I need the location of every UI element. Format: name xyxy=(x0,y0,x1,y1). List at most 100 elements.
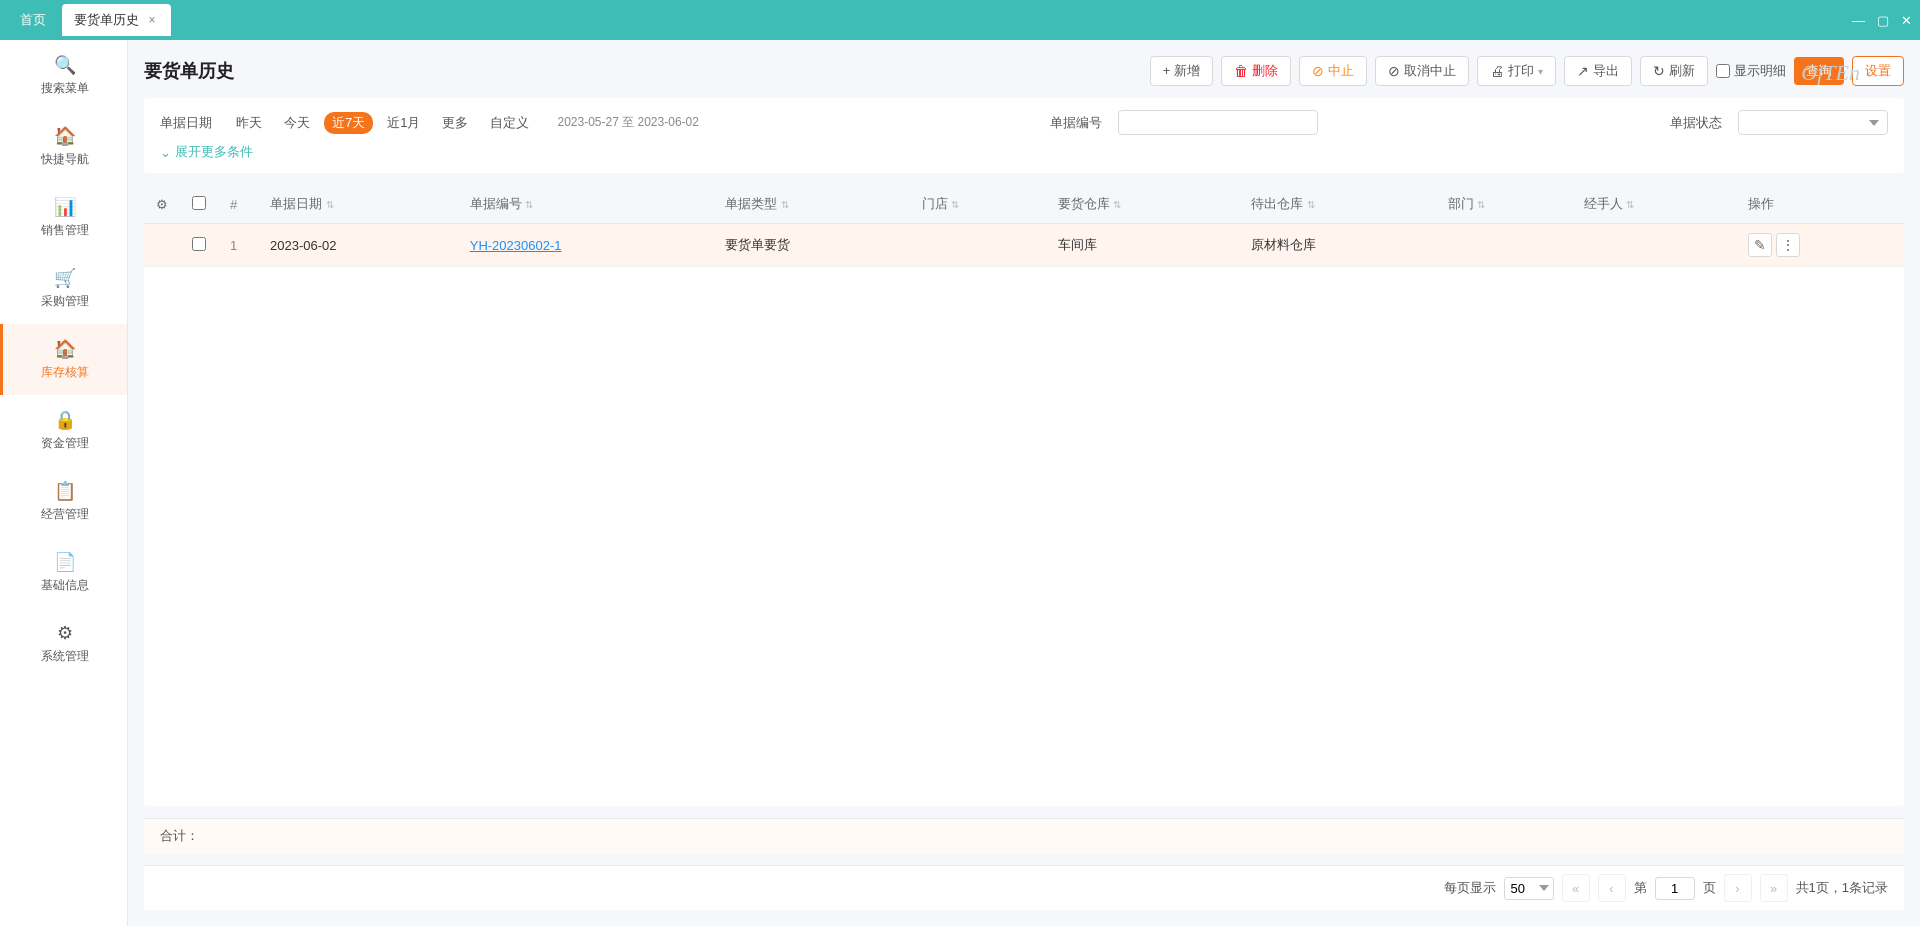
row-num: 1 xyxy=(218,224,258,267)
row-pending-warehouse: 原材料仓库 xyxy=(1239,224,1435,267)
stop-button[interactable]: ⊘ 中止 xyxy=(1299,56,1367,86)
sidebar-item-ops[interactable]: 📋 经营管理 xyxy=(0,466,127,537)
row-more-btn[interactable]: ⋮ xyxy=(1776,233,1800,257)
col-pending-warehouse[interactable]: 待出仓库 ⇅ xyxy=(1239,185,1435,224)
tab-home[interactable]: 首页 xyxy=(8,4,58,36)
page-title: 要货单历史 xyxy=(144,59,234,83)
doc-status-label: 单据状态 xyxy=(1670,114,1722,132)
total-info: 共1页，1条记录 xyxy=(1796,879,1888,897)
pagination-bar: 每页显示 10 20 50 100 « ‹ 第 页 › » 共1页，1条记录 xyxy=(144,865,1904,910)
row-req-warehouse: 车间库 xyxy=(1046,224,1239,267)
export-button[interactable]: ↗ 导出 xyxy=(1564,56,1632,86)
filter-area: 单据日期 昨天 今天 近7天 近1月 更多 自定义 2023-05-27 至 2… xyxy=(144,98,1904,173)
doc-status-select[interactable] xyxy=(1738,110,1888,135)
inventory-icon: 🏠 xyxy=(54,338,76,360)
row-doc-num[interactable]: YH-20230602-1 xyxy=(458,224,714,267)
date-opt-more[interactable]: 更多 xyxy=(434,112,476,134)
content-area: 要货单历史 + 新增 🗑 删除 ⊘ 中止 ⊘ 取消中止 🖨 xyxy=(128,40,1920,926)
cancel-stop-button[interactable]: ⊘ 取消中止 xyxy=(1375,56,1469,86)
tab-close-icon[interactable]: × xyxy=(145,13,159,27)
col-store[interactable]: 门店 ⇅ xyxy=(910,185,1046,224)
row-edit-btn[interactable]: ✎ xyxy=(1748,233,1772,257)
row-handler xyxy=(1572,224,1737,267)
close-btn[interactable]: ✕ xyxy=(1901,13,1912,28)
refresh-icon: ↻ xyxy=(1653,63,1665,79)
toolbar: + 新增 🗑 删除 ⊘ 中止 ⊘ 取消中止 🖨 打印 ▾ xyxy=(1150,56,1904,86)
table-footer: 合计： xyxy=(144,818,1904,853)
row-store xyxy=(910,224,1046,267)
col-doc-num[interactable]: 单据编号 ⇅ xyxy=(458,185,714,224)
date-opt-custom[interactable]: 自定义 xyxy=(482,112,537,134)
date-opt-yesterday[interactable]: 昨天 xyxy=(228,112,270,134)
print-icon: 🖨 xyxy=(1490,63,1504,79)
select-all-checkbox[interactable] xyxy=(192,196,206,210)
new-button[interactable]: + 新增 xyxy=(1150,56,1213,86)
per-page-select[interactable]: 10 20 50 100 xyxy=(1504,877,1554,900)
prev-page-btn[interactable]: ‹ xyxy=(1598,874,1626,902)
sidebar-item-quick-nav[interactable]: 🏠 快捷导航 xyxy=(0,111,127,182)
date-opt-last7days[interactable]: 近7天 xyxy=(324,112,373,134)
tab-home-label: 首页 xyxy=(20,11,46,29)
finance-icon: 🔒 xyxy=(54,409,76,431)
sidebar-item-system[interactable]: ⚙ 系统管理 xyxy=(0,608,127,679)
sort-doc-type-icon: ⇅ xyxy=(781,199,789,210)
export-icon: ↗ xyxy=(1577,63,1589,79)
filter-row-1: 单据日期 昨天 今天 近7天 近1月 更多 自定义 2023-05-27 至 2… xyxy=(160,110,1888,135)
row-checkbox[interactable] xyxy=(192,237,206,251)
per-page-label: 每页显示 xyxy=(1444,879,1496,897)
sidebar-label-quick-nav: 快捷导航 xyxy=(41,151,89,168)
refresh-button[interactable]: ↻ 刷新 xyxy=(1640,56,1708,86)
window-controls: — ▢ ✕ xyxy=(1852,13,1912,28)
sidebar-label-search-menu: 搜索菜单 xyxy=(41,80,89,97)
col-department[interactable]: 部门 ⇅ xyxy=(1436,185,1572,224)
maximize-btn[interactable]: ▢ xyxy=(1877,13,1889,28)
date-opt-today[interactable]: 今天 xyxy=(276,112,318,134)
date-range-display: 2023-05-27 至 2023-06-02 xyxy=(557,114,698,131)
row-actions: ✎ ⋮ xyxy=(1736,224,1904,267)
page-num-input[interactable] xyxy=(1655,877,1695,900)
col-settings[interactable]: ⚙ xyxy=(144,185,180,224)
col-doc-type[interactable]: 单据类型 ⇅ xyxy=(713,185,909,224)
col-doc-date[interactable]: 单据日期 ⇅ xyxy=(258,185,458,224)
sales-icon: 📊 xyxy=(54,196,76,218)
date-opt-last1month[interactable]: 近1月 xyxy=(379,112,428,134)
sort-store-icon: ⇅ xyxy=(951,199,959,210)
sidebar-item-inventory[interactable]: 🏠 库存核算 xyxy=(0,324,127,395)
sidebar-item-sales-mgmt[interactable]: 📊 销售管理 xyxy=(0,182,127,253)
sidebar-item-purchase-mgmt[interactable]: 🛒 采购管理 xyxy=(0,253,127,324)
sidebar-item-search-menu[interactable]: 🔍 搜索菜单 xyxy=(0,40,127,111)
next-page-btn[interactable]: › xyxy=(1724,874,1752,902)
sort-pending-warehouse-icon: ⇅ xyxy=(1307,199,1315,210)
first-page-btn[interactable]: « xyxy=(1562,874,1590,902)
col-req-warehouse[interactable]: 要货仓库 ⇅ xyxy=(1046,185,1239,224)
row-settings xyxy=(144,224,180,267)
settings-button[interactable]: 设置 xyxy=(1852,56,1904,86)
row-checkbox-cell[interactable] xyxy=(180,224,218,267)
print-dropdown-icon: ▾ xyxy=(1538,66,1543,77)
doc-num-input[interactable] xyxy=(1118,110,1318,135)
row-doc-type: 要货单要货 xyxy=(713,224,909,267)
sidebar-item-finance[interactable]: 🔒 资金管理 xyxy=(0,395,127,466)
data-table: ⚙ # 单据日期 ⇅ 单据编号 ⇅ xyxy=(144,185,1904,267)
col-handler[interactable]: 经手人 ⇅ xyxy=(1572,185,1737,224)
delete-icon: 🗑 xyxy=(1234,63,1248,79)
table-container: ⚙ # 单据日期 ⇅ 单据编号 ⇅ xyxy=(144,185,1904,806)
minimize-btn[interactable]: — xyxy=(1852,13,1865,28)
delete-button[interactable]: 🗑 删除 xyxy=(1221,56,1291,86)
sort-req-warehouse-icon: ⇅ xyxy=(1113,199,1121,210)
row-department xyxy=(1436,224,1572,267)
tab-requisition-history[interactable]: 要货单历史 × xyxy=(62,4,171,36)
chevron-down-icon: ⌄ xyxy=(160,145,171,160)
sort-handler-icon: ⇅ xyxy=(1626,199,1634,210)
sidebar-item-basic-info[interactable]: 📄 基础信息 xyxy=(0,537,127,608)
show-detail-toggle[interactable]: 显示明细 xyxy=(1716,62,1786,80)
last-page-btn[interactable]: » xyxy=(1760,874,1788,902)
cancel-stop-icon: ⊘ xyxy=(1388,63,1400,79)
sidebar-label-finance: 资金管理 xyxy=(41,435,89,452)
show-detail-checkbox[interactable] xyxy=(1716,64,1730,78)
query-button[interactable]: 查询 xyxy=(1794,57,1844,85)
expand-more-btn[interactable]: ⌄ 展开更多条件 xyxy=(160,143,1888,161)
print-button[interactable]: 🖨 打印 ▾ xyxy=(1477,56,1556,86)
col-checkbox[interactable] xyxy=(180,185,218,224)
date-options: 昨天 今天 近7天 近1月 更多 自定义 xyxy=(228,112,537,134)
